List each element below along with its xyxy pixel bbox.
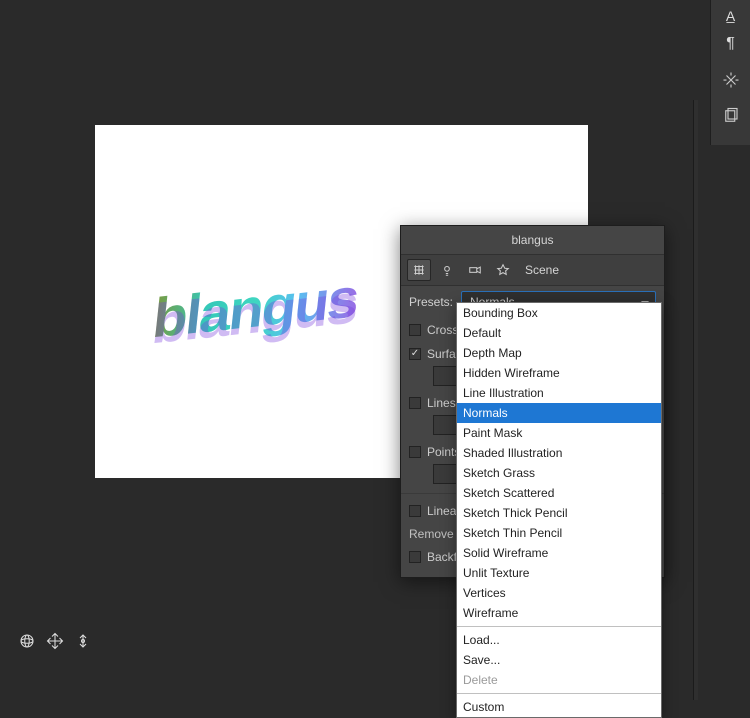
tab-mesh-icon[interactable]	[407, 259, 431, 281]
lines-style-combo[interactable]	[433, 415, 457, 435]
dd-item[interactable]: Sketch Grass	[457, 463, 661, 483]
dd-item[interactable]: Default	[457, 323, 661, 343]
lines-checkbox[interactable]	[409, 397, 421, 409]
dd-separator	[457, 693, 661, 694]
tab-light-icon[interactable]	[435, 259, 459, 281]
presets-dropdown[interactable]: Bounding Box Default Depth Map Hidden Wi…	[456, 302, 662, 718]
dd-item[interactable]: Depth Map	[457, 343, 661, 363]
dd-item[interactable]: Solid Wireframe	[457, 543, 661, 563]
backface-checkbox[interactable]	[409, 551, 421, 563]
dolly-icon[interactable]	[74, 632, 92, 650]
panel-scrollbar[interactable]	[693, 100, 698, 700]
tools-icon[interactable]	[711, 66, 750, 94]
dd-item[interactable]: Shaded Illustration	[457, 443, 661, 463]
right-toolbar: A̲ ¶	[710, 0, 750, 145]
dd-item-selected[interactable]: Normals	[457, 403, 661, 423]
dd-item[interactable]: Line Illustration	[457, 383, 661, 403]
character-panel-icon[interactable]: A̲	[711, 2, 750, 30]
dd-separator	[457, 626, 661, 627]
dd-item[interactable]: Bounding Box	[457, 303, 661, 323]
dd-save[interactable]: Save...	[457, 650, 661, 670]
dd-item[interactable]: Sketch Scattered	[457, 483, 661, 503]
linearize-checkbox[interactable]	[409, 505, 421, 517]
points-style-combo[interactable]	[433, 464, 457, 484]
paragraph-panel-icon[interactable]: ¶	[711, 30, 750, 58]
dd-custom[interactable]: Custom	[457, 697, 661, 717]
dd-item[interactable]: Sketch Thin Pencil	[457, 523, 661, 543]
orbit-icon[interactable]	[18, 632, 36, 650]
panel-tabs: Scene	[401, 255, 664, 286]
dd-item[interactable]: Hidden Wireframe	[457, 363, 661, 383]
surface-style-combo[interactable]	[433, 366, 457, 386]
tab-camera-icon[interactable]	[463, 259, 487, 281]
pan-icon[interactable]	[46, 632, 64, 650]
tab-environment-icon[interactable]	[491, 259, 515, 281]
dd-item[interactable]: Unlit Texture	[457, 563, 661, 583]
dd-item[interactable]: Paint Mask	[457, 423, 661, 443]
panel-title: blangus	[401, 226, 664, 255]
canvas-3d-text[interactable]: blangus	[150, 265, 361, 351]
tab-scene[interactable]: Scene	[525, 263, 559, 277]
points-checkbox[interactable]	[409, 446, 421, 458]
surface-checkbox[interactable]	[409, 348, 421, 360]
dd-load[interactable]: Load...	[457, 630, 661, 650]
dd-item[interactable]: Sketch Thick Pencil	[457, 503, 661, 523]
dd-delete: Delete	[457, 670, 661, 690]
pages-icon[interactable]	[711, 102, 750, 130]
viewport-tools	[18, 632, 92, 650]
presets-label: Presets:	[409, 295, 455, 309]
lines-label: Lines	[427, 396, 456, 410]
dd-item[interactable]: Wireframe	[457, 603, 661, 623]
dd-item[interactable]: Vertices	[457, 583, 661, 603]
cross-section-checkbox[interactable]	[409, 324, 421, 336]
